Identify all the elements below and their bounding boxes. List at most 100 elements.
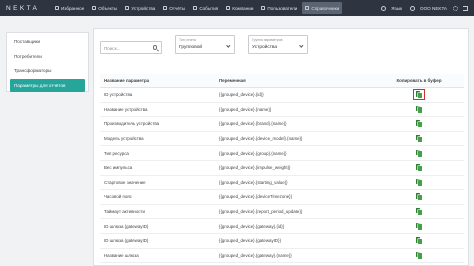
copy-button[interactable] [413, 250, 425, 261]
language-selector[interactable]: Язык [391, 6, 402, 11]
table-row: Стартовое значение {{grouped_device}.{sta… [100, 176, 464, 191]
users-icon [261, 6, 266, 10]
nav-item-label: Устройства [131, 5, 156, 11]
copy-button[interactable] [413, 148, 425, 159]
sidebar-item-consumers[interactable]: Потребители [10, 50, 85, 63]
copy-cell [374, 177, 464, 188]
variable-cell: {{grouped_device}.{gatewayID}} [219, 238, 282, 244]
main-nav: Избранное Объекты Устройства Отчёты Собы… [52, 0, 344, 16]
nav-item-favorites[interactable]: Избранное [52, 2, 87, 14]
table-row: Модель устройства {{grouped_device}.{devi… [100, 132, 464, 147]
copy-icon [416, 208, 422, 216]
copy-icon [416, 91, 422, 99]
search-icon[interactable] [152, 45, 157, 50]
param-name-cell: Стартовое значение [104, 179, 146, 185]
param-name-cell: Вес импульса [104, 165, 133, 171]
table-row: Название шлюза {{grouped_device}.{gateway… [100, 249, 464, 264]
copy-button[interactable] [413, 89, 425, 101]
copy-button[interactable] [413, 162, 425, 173]
nav-item-users[interactable]: Пользователи [258, 2, 300, 14]
copy-cell [374, 104, 464, 115]
copy-icon [416, 178, 422, 186]
copy-cell [374, 250, 464, 261]
copy-button[interactable] [413, 191, 425, 202]
nav-item-companies[interactable]: Компании [223, 2, 256, 14]
header-copy: Копировать в буфер [396, 78, 442, 83]
report-type-value: Групповой [179, 45, 203, 50]
table-row: ID шлюза (gatewayID) {{grouped_device}.{g… [100, 219, 464, 234]
copy-cell [374, 162, 464, 173]
sidebar-item-suppliers[interactable]: Поставщики [10, 35, 85, 48]
table-row: Часовой пояс {{grouped_device}.{deviceTim… [100, 190, 464, 205]
user-icon[interactable] [410, 5, 416, 11]
copy-icon [416, 251, 422, 259]
table-row: Таймаут активности {{grouped_device}.{rep… [100, 205, 464, 220]
copy-cell [374, 235, 464, 246]
report-type-select[interactable]: Тип отчета Групповой [175, 35, 235, 54]
copy-cell [374, 191, 464, 202]
company-icon [226, 6, 231, 10]
sidebar-item-report-params[interactable]: Параметры для отчётов [10, 78, 85, 92]
company-name[interactable]: ООО NEKTA [420, 6, 447, 11]
table-row: Производитель устройства {{grouped_device… [100, 117, 464, 132]
table-row: Тип ресурса {{grouped_device}.{group}.{na… [100, 146, 464, 161]
nav-item-devices[interactable]: Устройства [122, 2, 158, 14]
globe-icon[interactable] [381, 5, 387, 11]
copy-button[interactable] [413, 133, 425, 144]
nav-item-label: Избранное [61, 5, 85, 11]
app-logo[interactable]: NEKTA [0, 5, 52, 12]
nav-item-label: Пользователи [267, 5, 298, 11]
nav-item-references[interactable]: Справочники [302, 2, 343, 14]
param-name-cell: Название шлюза [104, 252, 139, 258]
copy-button[interactable] [413, 104, 425, 115]
copy-button[interactable] [413, 118, 425, 129]
nav-item-events[interactable]: События [190, 2, 221, 14]
table-row: Вес импульса {{grouped_device}.{impulse_w… [100, 161, 464, 176]
variable-cell: {{grouped_device}.{gateway}.{id}} [219, 223, 285, 229]
table-header: Название параметра Переменная Копировать… [100, 74, 464, 88]
top-right-controls: Язык ООО NEKTA [381, 0, 468, 16]
param-group-value: Устройства [252, 45, 278, 50]
nav-item-objects[interactable]: Объекты [89, 2, 120, 14]
copy-button[interactable] [413, 177, 425, 188]
param-name-cell: Производитель устройства [104, 121, 160, 127]
report-icon [163, 6, 168, 10]
copy-button[interactable] [413, 235, 425, 246]
report-type-label: Тип отчета [179, 37, 196, 42]
variable-cell: {{grouped_device}.{report_period_update}… [219, 209, 303, 215]
search-input[interactable]: Поиск... [100, 41, 162, 54]
param-name-cell: Таймаут активности [104, 209, 145, 215]
nav-item-label: События [199, 5, 219, 11]
filters-bar: Поиск... Тип отчета Групповой Группа пар… [100, 35, 460, 55]
variable-cell: {{grouped_device}.{name}} [219, 106, 272, 112]
param-group-select[interactable]: Группа параметров Устройства [248, 35, 308, 54]
sidebar-item-transformers[interactable]: Трансформаторы [10, 64, 85, 77]
gear-icon[interactable] [453, 5, 458, 11]
nav-item-reports[interactable]: Отчёты [160, 2, 188, 14]
variable-cell: {{grouped_device}.{brand}.{name}} [219, 121, 287, 127]
nav-item-label: Справочники [311, 5, 340, 11]
variable-cell: {{grouped_device}.{impulse_weight}} [219, 165, 291, 171]
search-placeholder: Поиск... [104, 45, 121, 51]
copy-icon [416, 193, 422, 201]
param-name-cell: ID устройства [104, 92, 133, 98]
copy-button[interactable] [413, 206, 425, 217]
star-icon [55, 6, 59, 10]
logout-icon[interactable] [463, 5, 468, 11]
copy-button[interactable] [413, 221, 425, 232]
variable-cell: {{grouped_device}.{device_model}.{name}} [219, 136, 303, 142]
param-name-cell: ID шлюза (gatewayID) [104, 223, 149, 229]
top-navbar: NEKTA Избранное Объекты Устройства Отчёт… [0, 0, 474, 16]
chevron-down-icon [226, 43, 231, 48]
param-name-cell: Модель устройства [104, 136, 144, 142]
variable-cell: {{grouped_device}.{id}} [219, 92, 264, 98]
param-name-cell: Часовой пояс [104, 194, 132, 200]
copy-cell [374, 118, 464, 129]
copy-icon [416, 135, 422, 143]
table-body: ID устройства {{grouped_device}.{id}} Назв… [100, 88, 464, 264]
param-name-cell: ID шлюза (gatewayID) [104, 238, 149, 244]
copy-icon [416, 120, 422, 128]
header-variable: Переменная [219, 78, 246, 83]
copy-cell [374, 148, 464, 159]
copy-cell [374, 133, 464, 144]
